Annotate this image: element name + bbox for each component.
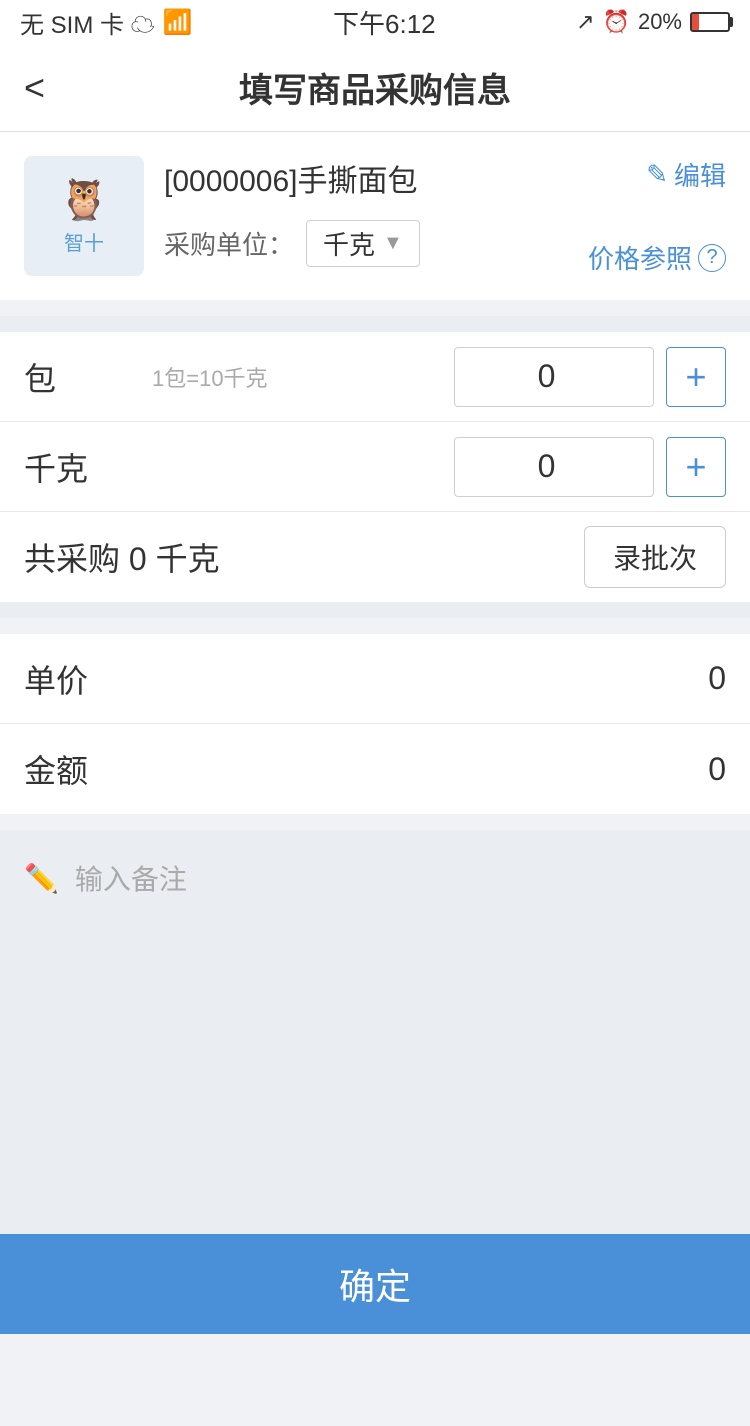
amount-row: 金额 0 xyxy=(0,724,750,814)
product-logo-icon: 🦉 xyxy=(59,176,109,223)
kg-input-row: 千克 + xyxy=(0,422,750,512)
unit-price-label: 单价 xyxy=(24,656,708,702)
kg-quantity-input[interactable] xyxy=(454,437,654,497)
product-name: [0000006]手撕面包 xyxy=(164,156,726,200)
location-icon: ↗ xyxy=(576,9,594,35)
status-right: ↗ ⏰ 20% xyxy=(576,9,730,35)
edit-icon: ✎ xyxy=(646,159,668,190)
battery-percent: 20% xyxy=(638,9,682,35)
status-time: 下午6:12 xyxy=(333,4,436,41)
notes-placeholder: 输入备注 xyxy=(75,858,187,898)
bag-sub-label: 1包=10千克 xyxy=(152,361,268,393)
unit-label: 采购单位： xyxy=(164,225,294,262)
unit-price-row: 单价 0 xyxy=(0,634,750,724)
battery-icon xyxy=(690,12,730,32)
product-logo-text: 智十 xyxy=(64,227,104,256)
price-amount-section: 单价 0 金额 0 xyxy=(0,634,750,814)
status-left: 无 SIM 卡 ☁ 📶 xyxy=(20,5,193,40)
nav-bar: < 填写商品采购信息 xyxy=(0,44,750,132)
kg-plus-button[interactable]: + xyxy=(666,437,726,497)
bag-input-row: 包 1包=10千克 + xyxy=(0,332,750,422)
unit-value: 千克 xyxy=(323,225,375,262)
section-divider-1 xyxy=(0,316,750,332)
unit-price-value: 0 xyxy=(708,660,726,697)
status-bar: 无 SIM 卡 ☁ 📶 下午6:12 ↗ ⏰ 20% xyxy=(0,0,750,44)
total-row: 共采购 0 千克 录批次 xyxy=(0,512,750,602)
bag-label: 包 xyxy=(24,354,144,400)
price-reference-button[interactable]: 价格参照 ? xyxy=(588,239,726,276)
product-card: 🦉 智十 [0000006]手撕面包 采购单位： 千克 ▼ ✎ 编辑 价格参照 … xyxy=(0,132,750,300)
total-label: 共采购 0 千克 xyxy=(24,534,584,580)
amount-label: 金额 xyxy=(24,746,708,792)
price-ref-label: 价格参照 xyxy=(588,239,692,276)
input-section: 包 1包=10千克 + 千克 + xyxy=(0,332,750,512)
product-thumbnail: 🦉 智十 xyxy=(24,156,144,276)
wifi-icon: 📶 xyxy=(163,8,193,37)
bag-quantity-input[interactable] xyxy=(454,347,654,407)
pencil-icon: ✏️ xyxy=(24,862,59,895)
edit-button[interactable]: ✎ 编辑 xyxy=(646,156,726,193)
edit-label: 编辑 xyxy=(674,156,726,193)
info-icon: ? xyxy=(698,244,726,272)
bag-plus-button[interactable]: + xyxy=(666,347,726,407)
unit-selector[interactable]: 千克 ▼ xyxy=(306,220,420,267)
chevron-down-icon: ▼ xyxy=(383,232,403,255)
amount-value: 0 xyxy=(708,751,726,788)
back-button[interactable]: < xyxy=(24,67,45,109)
batch-button[interactable]: 录批次 xyxy=(584,526,726,588)
confirm-button[interactable]: 确定 xyxy=(0,1234,750,1334)
main-content: 🦉 智十 [0000006]手撕面包 采购单位： 千克 ▼ ✎ 编辑 价格参照 … xyxy=(0,132,750,1426)
notes-section[interactable]: ✏️ 输入备注 xyxy=(0,830,750,926)
page-title: 填写商品采购信息 xyxy=(239,63,511,112)
alarm-icon: ⏰ xyxy=(603,9,630,35)
confirm-label: 确定 xyxy=(339,1258,411,1310)
section-divider-2 xyxy=(0,602,750,618)
kg-label: 千克 xyxy=(24,444,144,490)
sim-label: 无 SIM 卡 ☁ xyxy=(20,5,155,40)
